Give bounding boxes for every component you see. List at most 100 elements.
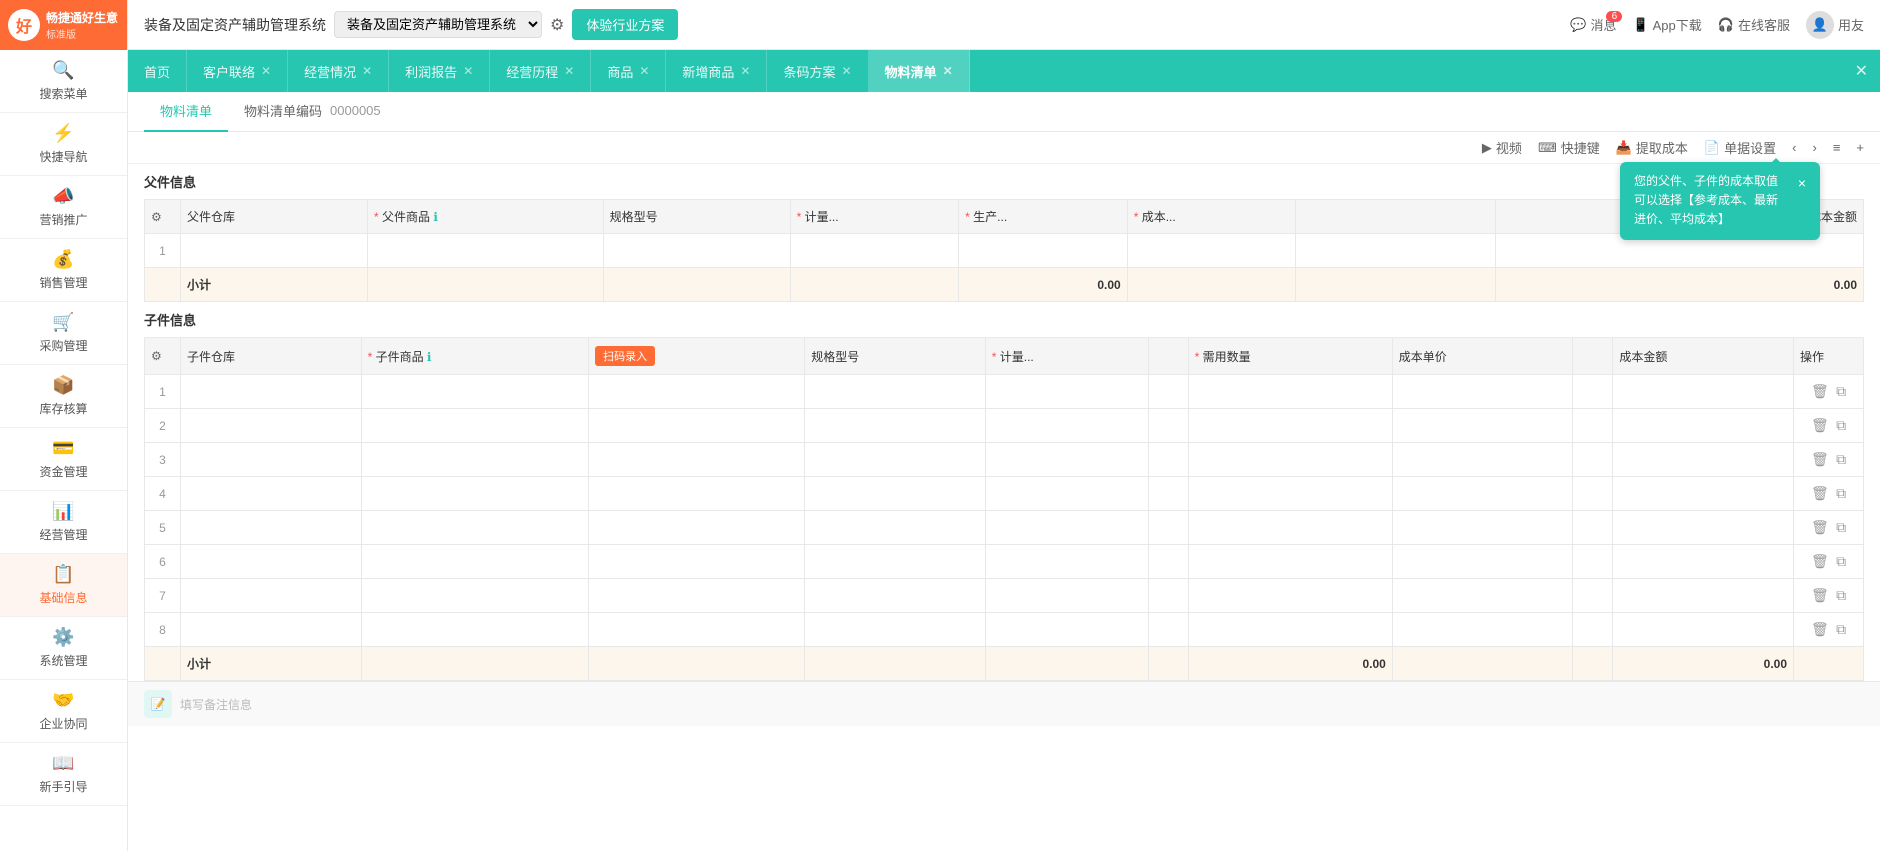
system-selector[interactable]: 装备及固定资产辅助管理系统	[334, 11, 542, 38]
sidebar-item-purchase[interactable]: 🛒采购管理	[0, 302, 127, 365]
child-required-qty-cell[interactable]	[1188, 409, 1392, 443]
child-unit-cell[interactable]	[985, 613, 1148, 647]
child-spec-cell[interactable]	[805, 545, 986, 579]
nav-tab-客户联络[interactable]: 客户联络✕	[187, 50, 288, 92]
child-unit-cost-cell[interactable]	[1392, 613, 1573, 647]
child-warehouse-cell[interactable]	[181, 409, 362, 443]
sub-tab-code[interactable]: 物料清单编码 0000005	[228, 92, 397, 132]
child-required-qty-cell[interactable]	[1188, 375, 1392, 409]
sidebar-item-operations[interactable]: 📊经营管理	[0, 491, 127, 554]
sidebar-item-guide[interactable]: 📖新手引导	[0, 743, 127, 806]
child-unit-cell[interactable]	[985, 579, 1148, 613]
single-settings-action[interactable]: 📄 单据设置	[1704, 138, 1776, 157]
nav-tab-物料清单[interactable]: 物料清单✕	[869, 50, 970, 92]
nav-tab-条码方案[interactable]: 条码方案✕	[767, 50, 868, 92]
child-warehouse-cell[interactable]	[181, 613, 362, 647]
sidebar-item-search[interactable]: 🔍搜索菜单	[0, 50, 127, 113]
sidebar-item-sales[interactable]: 💰销售管理	[0, 239, 127, 302]
child-unit-cost-cell[interactable]	[1392, 579, 1573, 613]
user-menu[interactable]: 👤 用友	[1806, 11, 1864, 39]
copy-icon[interactable]: ⧉	[1836, 553, 1846, 569]
parent-warehouse-cell[interactable]	[181, 234, 368, 268]
child-spec-cell[interactable]	[805, 613, 986, 647]
child-warehouse-cell[interactable]	[181, 545, 362, 579]
child-unit-cost-cell[interactable]	[1392, 409, 1573, 443]
copy-icon[interactable]: ⧉	[1836, 417, 1846, 433]
child-product-cell[interactable]	[361, 409, 589, 443]
nav-tab-利润报告[interactable]: 利润报告✕	[389, 50, 490, 92]
child-warehouse-cell[interactable]	[181, 443, 362, 477]
child-unit-cost-cell[interactable]	[1392, 375, 1573, 409]
next-button[interactable]: ›	[1812, 140, 1816, 155]
child-product-cell[interactable]	[361, 511, 589, 545]
child-product-cell[interactable]	[361, 443, 589, 477]
child-unit-cost-cell[interactable]	[1392, 511, 1573, 545]
copy-icon[interactable]: ⧉	[1836, 383, 1846, 399]
video-action[interactable]: ▶ 视频	[1482, 138, 1522, 157]
child-unit-cost-cell[interactable]	[1392, 477, 1573, 511]
nav-tab-经营历程[interactable]: 经营历程✕	[490, 50, 591, 92]
note-icon[interactable]: 📝	[144, 690, 172, 718]
parent-product-cell[interactable]	[367, 234, 603, 268]
nav-tab-close-icon[interactable]: ✕	[943, 64, 953, 78]
child-product-cell[interactable]	[361, 545, 589, 579]
child-required-qty-cell[interactable]	[1188, 511, 1392, 545]
delete-icon[interactable]: 🗑	[1811, 519, 1829, 535]
delete-icon[interactable]: 🗑	[1811, 621, 1829, 637]
parent-cost-cell[interactable]	[1127, 234, 1296, 268]
copy-icon[interactable]: ⧉	[1836, 519, 1846, 535]
child-unit-cell[interactable]	[985, 375, 1148, 409]
nav-tab-新增商品[interactable]: 新增商品✕	[666, 50, 767, 92]
child-spec-cell[interactable]	[805, 375, 986, 409]
parent-spec-cell[interactable]	[603, 234, 790, 268]
child-spec-cell[interactable]	[805, 443, 986, 477]
child-product-cell[interactable]	[361, 375, 589, 409]
list-view-button[interactable]: ≡	[1833, 140, 1841, 155]
sidebar-item-basic-info[interactable]: 📋基础信息	[0, 554, 127, 617]
child-spec-cell[interactable]	[805, 511, 986, 545]
child-warehouse-cell[interactable]	[181, 579, 362, 613]
nav-tab-close-icon[interactable]: ✕	[463, 64, 473, 78]
delete-icon[interactable]: 🗑	[1811, 417, 1829, 433]
close-all-tabs-button[interactable]: ✕	[1843, 61, 1880, 81]
nav-tab-close-icon[interactable]: ✕	[639, 64, 649, 78]
delete-icon[interactable]: 🗑	[1811, 587, 1829, 603]
nav-tab-首页[interactable]: 首页	[128, 50, 187, 92]
child-required-qty-cell[interactable]	[1188, 579, 1392, 613]
nav-tab-商品[interactable]: 商品✕	[591, 50, 666, 92]
child-required-qty-cell[interactable]	[1188, 443, 1392, 477]
nav-tab-close-icon[interactable]: ✕	[564, 64, 574, 78]
child-spec-cell[interactable]	[805, 409, 986, 443]
delete-icon[interactable]: 🗑	[1811, 485, 1829, 501]
sidebar-item-inventory[interactable]: 📦库存核算	[0, 365, 127, 428]
nav-tab-close-icon[interactable]: ✕	[842, 64, 852, 78]
parent-production-cell[interactable]	[959, 234, 1128, 268]
child-warehouse-cell[interactable]	[181, 375, 362, 409]
tooltip-close-button[interactable]: ×	[1798, 172, 1806, 194]
child-warehouse-cell[interactable]	[181, 511, 362, 545]
sidebar-item-quick-nav[interactable]: ⚡快捷导航	[0, 113, 127, 176]
child-warehouse-cell[interactable]	[181, 477, 362, 511]
scan-input-button[interactable]: 扫码录入	[595, 346, 655, 366]
message-button[interactable]: 💬 消息 6	[1570, 15, 1616, 34]
child-required-qty-cell[interactable]	[1188, 545, 1392, 579]
copy-icon[interactable]: ⧉	[1836, 451, 1846, 467]
trial-btn[interactable]: 体验行业方案	[572, 9, 678, 40]
child-product-cell[interactable]	[361, 579, 589, 613]
sub-tab-bill-of-materials[interactable]: 物料清单	[144, 92, 228, 132]
parent-gear-icon[interactable]: ⚙	[151, 210, 162, 224]
child-unit-cell[interactable]	[985, 409, 1148, 443]
prev-button[interactable]: ‹	[1792, 140, 1796, 155]
add-row-button[interactable]: +	[1856, 140, 1864, 155]
online-service-button[interactable]: 🎧 在线客服	[1718, 15, 1790, 34]
child-unit-cost-cell[interactable]	[1392, 443, 1573, 477]
sidebar-item-finance[interactable]: 💳资金管理	[0, 428, 127, 491]
extract-cost-action[interactable]: 📥 提取成本	[1616, 138, 1688, 157]
delete-icon[interactable]: 🗑	[1811, 383, 1829, 399]
nav-tab-经营情况[interactable]: 经营情况✕	[288, 50, 389, 92]
sidebar-item-system[interactable]: ⚙️系统管理	[0, 617, 127, 680]
child-unit-cost-cell[interactable]	[1392, 545, 1573, 579]
shortcut-action[interactable]: ⌨ 快捷键	[1538, 138, 1600, 157]
nav-tab-close-icon[interactable]: ✕	[362, 64, 372, 78]
delete-icon[interactable]: 🗑	[1811, 553, 1829, 569]
